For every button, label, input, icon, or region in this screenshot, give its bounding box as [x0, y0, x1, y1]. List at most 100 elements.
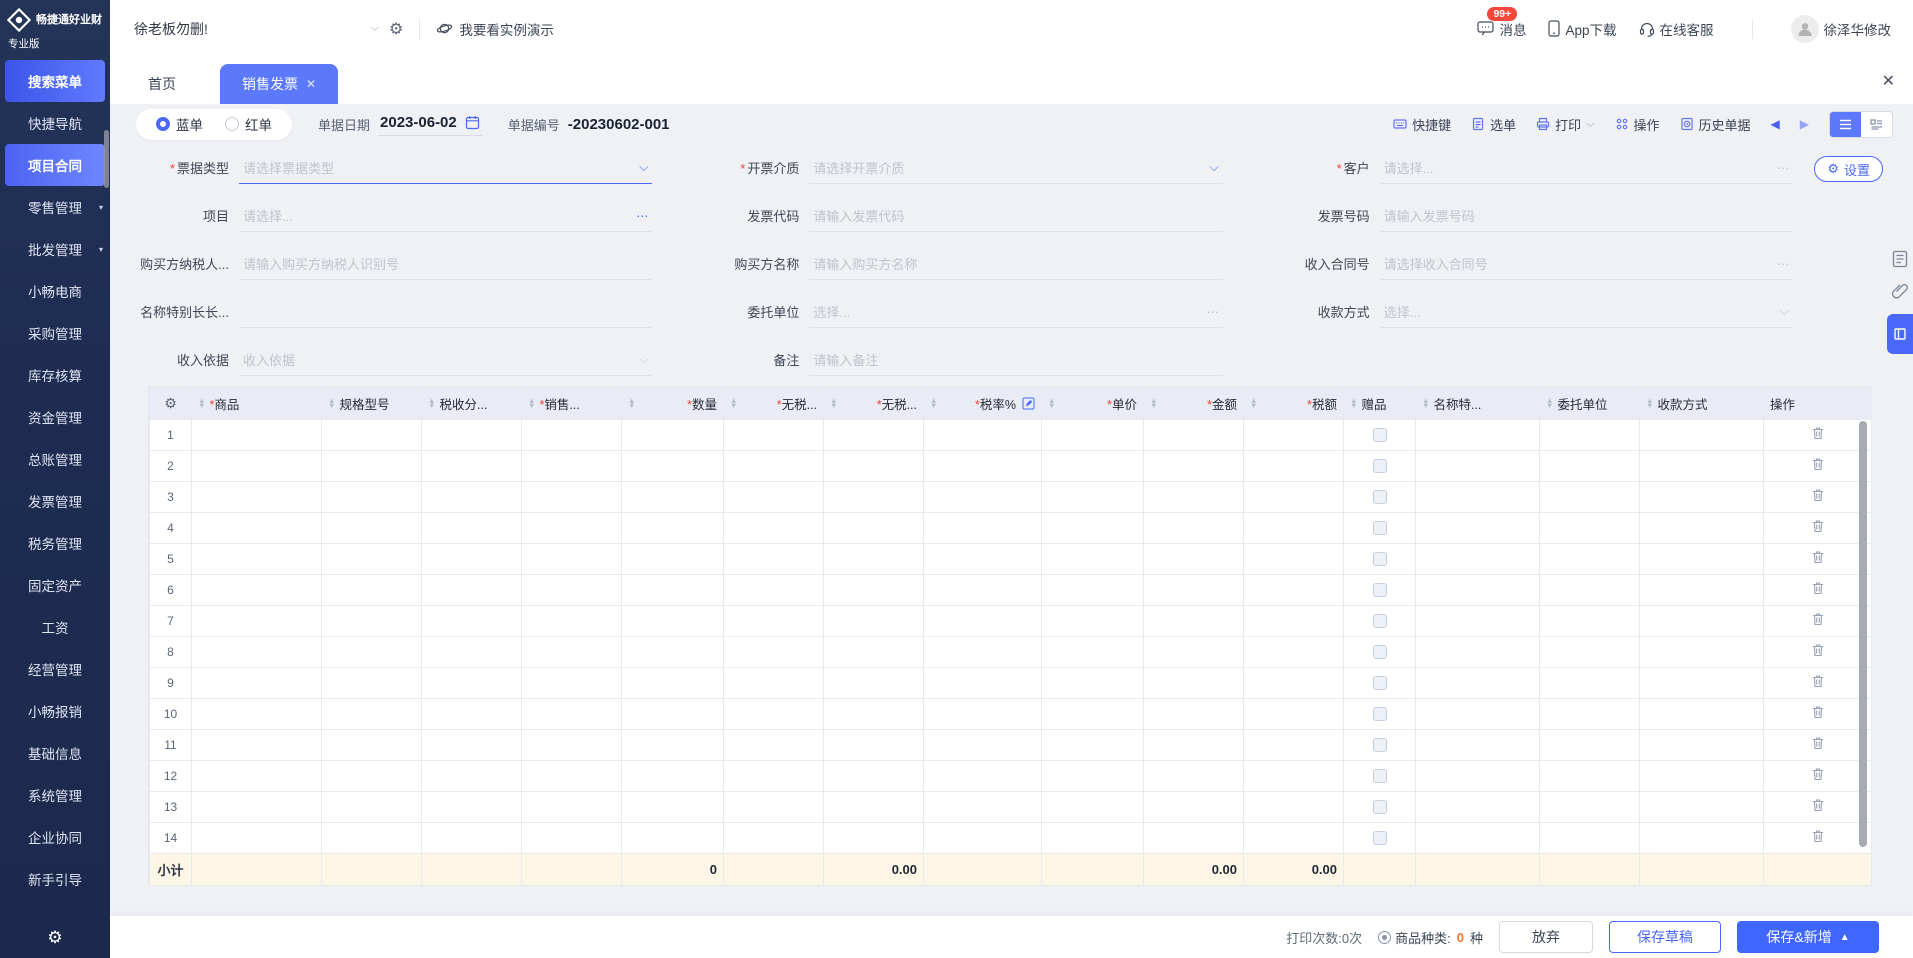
sort-icon[interactable]: ▲ ▼ [930, 397, 937, 409]
table-cell[interactable] [1639, 791, 1764, 823]
field-input[interactable]: 请输入购买方名称 [809, 254, 1223, 280]
field-input[interactable]: 请输入备注 [809, 350, 1223, 376]
table-cell[interactable] [191, 667, 322, 699]
table-cell[interactable] [521, 481, 622, 513]
table-cell[interactable] [1415, 605, 1540, 637]
column-header-无税...[interactable]: ▲ ▼ *无税... [723, 387, 824, 420]
table-cell[interactable] [823, 512, 924, 544]
table-cell[interactable] [1639, 543, 1764, 575]
table-cell[interactable] [521, 791, 622, 823]
table-cell[interactable] [723, 543, 824, 575]
table-cell[interactable] [421, 760, 522, 792]
table-cell[interactable] [823, 574, 924, 606]
table-cell[interactable] [1539, 667, 1640, 699]
delete-row-trash-icon[interactable] [1811, 798, 1825, 813]
form-settings-button[interactable]: ⚙ 设置 [1814, 156, 1883, 182]
sidebar-item-资金管理[interactable]: 资金管理 [5, 396, 105, 438]
table-cell[interactable] [1639, 636, 1764, 668]
table-cell[interactable] [521, 543, 622, 575]
table-cell[interactable] [621, 419, 724, 451]
chevron-down-icon[interactable]: ⌵ [639, 352, 648, 367]
chevron-down-icon[interactable]: ⌵ [1780, 304, 1789, 319]
sort-icon[interactable]: ▲ ▼ [1546, 397, 1553, 409]
messages-button[interactable]: 99+ 消息 [1477, 6, 1526, 39]
table-cell[interactable] [1041, 822, 1144, 854]
field-input[interactable]: 选择... ⋯ [809, 302, 1223, 328]
close-page-icon[interactable]: ✕ [1882, 71, 1895, 91]
table-cell[interactable] [1143, 667, 1244, 699]
delete-row-trash-icon[interactable] [1811, 519, 1825, 534]
table-cell[interactable] [1539, 605, 1640, 637]
table-cell[interactable] [1243, 574, 1344, 606]
table-cell[interactable] [1041, 481, 1144, 513]
table-cell[interactable] [723, 574, 824, 606]
table-cell[interactable] [1143, 636, 1244, 668]
table-cell[interactable] [1539, 636, 1640, 668]
sidebar-item-采购管理[interactable]: 采购管理 [5, 312, 105, 354]
table-cell[interactable] [191, 419, 322, 451]
table-cell[interactable] [321, 760, 422, 792]
checkbox[interactable] [1372, 490, 1387, 505]
delete-row-trash-icon[interactable] [1811, 550, 1825, 565]
table-cell[interactable] [421, 605, 522, 637]
checkbox[interactable] [1372, 459, 1387, 474]
notes-panel-icon[interactable] [1891, 250, 1909, 268]
table-cell[interactable] [321, 636, 422, 668]
sidebar-item-税务管理[interactable]: 税务管理 [5, 522, 105, 564]
table-cell[interactable] [723, 512, 824, 544]
table-cell[interactable] [1415, 543, 1540, 575]
next-doc-arrow-icon[interactable]: ▶ [1800, 117, 1809, 131]
sort-icon[interactable]: ▲ ▼ [428, 397, 435, 409]
table-cell[interactable] [823, 605, 924, 637]
table-cell[interactable] [321, 419, 422, 451]
table-cell[interactable] [923, 512, 1042, 544]
table-cell[interactable] [923, 760, 1042, 792]
table-cell[interactable] [421, 574, 522, 606]
checkbox[interactable] [1372, 645, 1387, 660]
table-cell[interactable] [521, 760, 622, 792]
sort-icon[interactable]: ▲ ▼ [730, 397, 737, 409]
table-cell[interactable] [191, 450, 322, 482]
table-cell[interactable] [823, 481, 924, 513]
table-cell[interactable] [321, 481, 422, 513]
table-cell[interactable] [1243, 512, 1344, 544]
table-cell[interactable] [1415, 481, 1540, 513]
table-cell[interactable] [1415, 450, 1540, 482]
sort-icon[interactable]: ▲ ▼ [628, 397, 635, 409]
table-cell[interactable] [1243, 729, 1344, 761]
delete-row-trash-icon[interactable] [1811, 767, 1825, 782]
table-cell[interactable] [1041, 667, 1144, 699]
sort-icon[interactable]: ▲ ▼ [1646, 397, 1653, 409]
table-cell[interactable] [521, 512, 622, 544]
table-cell[interactable] [1143, 760, 1244, 792]
sort-icon[interactable]: ▲ ▼ [1350, 397, 1357, 409]
toolbar-action-选单[interactable]: 选单 [1471, 115, 1516, 134]
more-ellipsis-icon[interactable]: ⋯ [1207, 305, 1219, 319]
table-cell[interactable] [723, 450, 824, 482]
tab-首页[interactable]: 首页 [126, 64, 198, 104]
table-cell[interactable] [621, 481, 724, 513]
table-cell[interactable] [923, 419, 1042, 451]
table-cell[interactable] [321, 791, 422, 823]
sort-icon[interactable]: ▲ ▼ [1048, 397, 1055, 409]
table-cell[interactable] [421, 822, 522, 854]
online-service-button[interactable]: 在线客服 [1639, 19, 1714, 39]
table-cell[interactable] [1143, 698, 1244, 730]
sidebar-item-经营管理[interactable]: 经营管理 [5, 648, 105, 690]
table-cell[interactable] [191, 698, 322, 730]
field-input[interactable]: 请选择... ⋯ [239, 206, 653, 232]
table-cell[interactable] [521, 636, 622, 668]
column-header-金额[interactable]: ▲ ▼ *金额 [1143, 387, 1244, 420]
table-cell[interactable] [823, 760, 924, 792]
delete-row-trash-icon[interactable] [1811, 426, 1825, 441]
field-input[interactable]: 请输入发票号码 [1379, 206, 1793, 232]
sidebar-item-总账管理[interactable]: 总账管理 [5, 438, 105, 480]
field-input[interactable] [239, 321, 653, 328]
radio-blue-invoice[interactable]: 蓝单 [156, 114, 203, 134]
checkbox[interactable] [1372, 521, 1387, 536]
table-cell[interactable] [1143, 450, 1244, 482]
column-header-名称特...[interactable]: ▲ ▼ 名称特... [1415, 387, 1540, 420]
table-cell[interactable] [1243, 698, 1344, 730]
table-cell[interactable] [421, 729, 522, 761]
table-cell[interactable] [1243, 760, 1344, 792]
